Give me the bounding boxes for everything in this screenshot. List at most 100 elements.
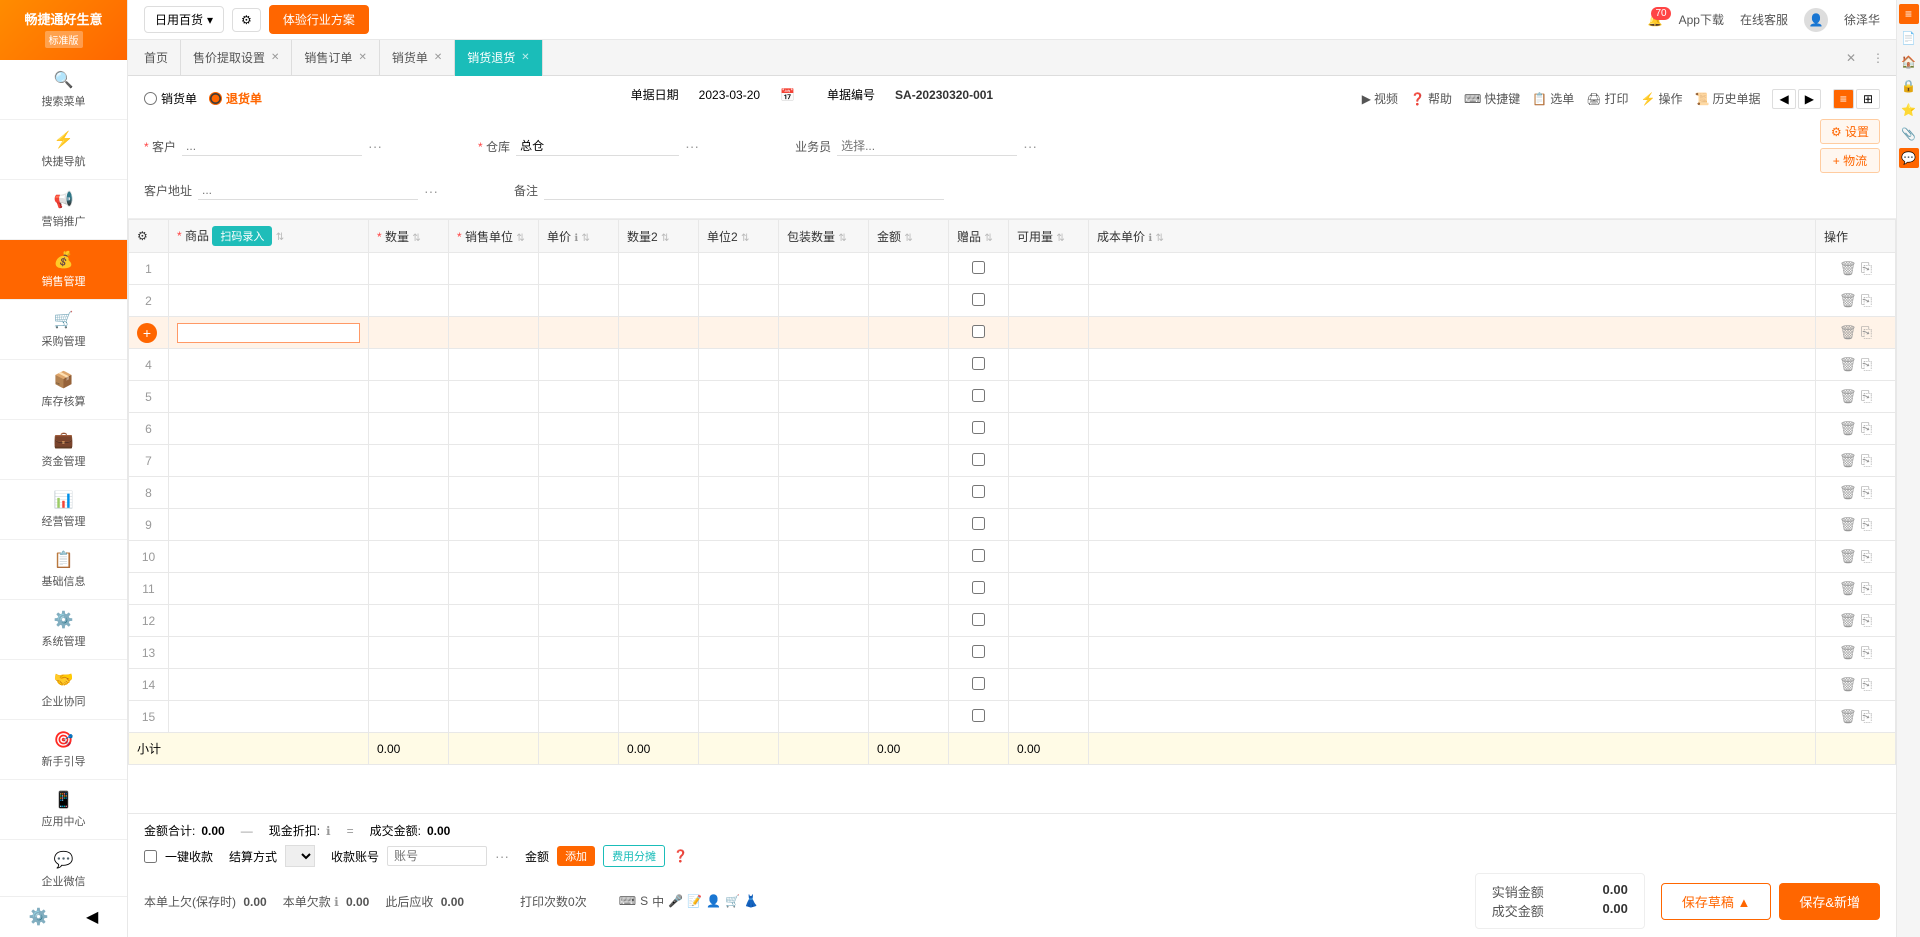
tool7-icon[interactable]: 👗 bbox=[744, 894, 759, 908]
sidebar-item-inventory[interactable]: 📦 库存核算 bbox=[0, 360, 127, 420]
available-cell[interactable] bbox=[1009, 605, 1089, 637]
available-cell[interactable] bbox=[1009, 381, 1089, 413]
row-copy-btn[interactable]: ⎘ bbox=[1861, 644, 1872, 661]
quantity2-cell[interactable] bbox=[619, 445, 699, 477]
quantity2-cell[interactable] bbox=[619, 349, 699, 381]
gift-checkbox[interactable] bbox=[972, 261, 985, 274]
row-copy-btn[interactable]: ⎘ bbox=[1861, 612, 1872, 629]
salesperson-input[interactable] bbox=[837, 137, 1017, 156]
pack-qty-cell[interactable] bbox=[779, 701, 869, 733]
cost-price-info[interactable]: ℹ bbox=[1148, 233, 1152, 244]
sales-unit-cell[interactable] bbox=[449, 605, 539, 637]
gift-cell[interactable] bbox=[949, 605, 1009, 637]
tab-sales-order[interactable]: 销售订单 ✕ bbox=[292, 40, 379, 76]
amount-cell[interactable] bbox=[869, 605, 949, 637]
tab-menu-icon[interactable]: ⋮ bbox=[1864, 51, 1892, 65]
pack-qty-cell[interactable] bbox=[779, 509, 869, 541]
help-btn[interactable]: ❓ 帮助 bbox=[1410, 90, 1452, 107]
unit2-cell[interactable] bbox=[699, 253, 779, 285]
amount-cell[interactable] bbox=[869, 381, 949, 413]
customer-address-input[interactable] bbox=[198, 181, 418, 200]
radio-sales-delivery[interactable]: 销货单 bbox=[144, 90, 197, 107]
quantity2-cell[interactable] bbox=[619, 413, 699, 445]
sales-unit-cell[interactable] bbox=[449, 573, 539, 605]
gift-cell[interactable] bbox=[949, 701, 1009, 733]
row-copy-btn[interactable]: ⎘ bbox=[1861, 420, 1872, 437]
pack-qty-cell[interactable] bbox=[779, 381, 869, 413]
sidebar-item-sales[interactable]: 💰 销售管理 bbox=[0, 240, 127, 300]
quantity-cell[interactable] bbox=[369, 445, 449, 477]
cost-price-cell[interactable] bbox=[1089, 669, 1816, 701]
list-view-btn[interactable]: ≡ bbox=[1833, 89, 1854, 109]
customer-address-select-btn[interactable]: ··· bbox=[424, 183, 438, 199]
unit-price-cell[interactable] bbox=[539, 381, 619, 413]
unit2-cell[interactable] bbox=[699, 413, 779, 445]
salesperson-select-btn[interactable]: ··· bbox=[1023, 138, 1037, 154]
tool6-icon[interactable]: 🛒 bbox=[725, 894, 740, 908]
breadcrumb-dropdown[interactable]: 日用百货 ▾ bbox=[144, 6, 224, 33]
tool5-icon[interactable]: 👤 bbox=[706, 894, 721, 908]
app-download-link[interactable]: App下载 bbox=[1679, 11, 1724, 28]
warehouse-input[interactable] bbox=[516, 137, 679, 156]
unit-price-cell[interactable] bbox=[539, 445, 619, 477]
tab-price-setting[interactable]: 售价提取设置 ✕ bbox=[181, 40, 292, 76]
gift-cell[interactable] bbox=[949, 445, 1009, 477]
available-cell[interactable] bbox=[1009, 413, 1089, 445]
quantity-cell[interactable] bbox=[369, 605, 449, 637]
product-cell[interactable] bbox=[169, 381, 369, 413]
available-cell[interactable] bbox=[1009, 445, 1089, 477]
quantity2-cell[interactable] bbox=[619, 285, 699, 317]
product-cell[interactable] bbox=[169, 637, 369, 669]
gift-checkbox[interactable] bbox=[972, 517, 985, 530]
select-btn[interactable]: 📋 选单 bbox=[1532, 90, 1574, 107]
notification-icon[interactable]: 🔔 70 bbox=[1648, 13, 1663, 27]
pack-qty-cell[interactable] bbox=[779, 477, 869, 509]
sales-unit-cell[interactable] bbox=[449, 701, 539, 733]
settings-form-btn[interactable]: ⚙ 设置 bbox=[1820, 119, 1880, 144]
online-service-link[interactable]: 在线客服 bbox=[1740, 11, 1788, 28]
right-sidebar-icon-3[interactable]: 🏠 bbox=[1899, 52, 1919, 72]
gift-cell[interactable] bbox=[949, 317, 1009, 349]
row-delete-btn[interactable]: 🗑 bbox=[1839, 356, 1857, 373]
row-copy-btn[interactable]: ⎘ bbox=[1861, 452, 1872, 469]
available-cell[interactable] bbox=[1009, 349, 1089, 381]
amount-cell[interactable] bbox=[869, 445, 949, 477]
logistics-btn[interactable]: + 物流 bbox=[1820, 148, 1880, 173]
unit-price-cell[interactable] bbox=[539, 669, 619, 701]
right-sidebar-icon-2[interactable]: 📄 bbox=[1899, 28, 1919, 48]
gift-cell[interactable] bbox=[949, 509, 1009, 541]
row-delete-btn[interactable]: 🗑 bbox=[1839, 324, 1857, 341]
sidebar-item-basic-info[interactable]: 📋 基础信息 bbox=[0, 540, 127, 600]
fee-help-icon[interactable]: ❓ bbox=[673, 849, 688, 863]
product-cell[interactable] bbox=[169, 669, 369, 701]
gift-checkbox[interactable] bbox=[972, 549, 985, 562]
operate-btn[interactable]: ⚡ 操作 bbox=[1641, 90, 1683, 107]
radio-sales-return-input[interactable] bbox=[209, 92, 222, 105]
row-copy-btn[interactable]: ⎘ bbox=[1861, 676, 1872, 693]
save-new-btn[interactable]: 保存&新增 bbox=[1779, 883, 1880, 920]
amount-cell[interactable] bbox=[869, 349, 949, 381]
product-cell[interactable] bbox=[169, 445, 369, 477]
sidebar-item-app-center[interactable]: 📱 应用中心 bbox=[0, 780, 127, 840]
discount-info-icon[interactable]: ℹ bbox=[326, 824, 331, 838]
debt-info-icon[interactable]: ℹ bbox=[334, 895, 339, 909]
quantity2-cell[interactable] bbox=[619, 541, 699, 573]
quantity-sort-icon[interactable]: ⇅ bbox=[412, 233, 420, 244]
username[interactable]: 徐泽华 bbox=[1844, 11, 1880, 28]
tool4-icon[interactable]: 📝 bbox=[687, 894, 702, 908]
row-delete-btn[interactable]: 🗑 bbox=[1839, 452, 1857, 469]
product-sort-icon[interactable]: ⇅ bbox=[276, 232, 284, 243]
gift-cell[interactable] bbox=[949, 637, 1009, 669]
tab-close-all-icon[interactable]: ✕ bbox=[1838, 51, 1864, 65]
settings-footer-icon[interactable]: ⚙️ bbox=[29, 907, 49, 927]
quantity-cell[interactable] bbox=[369, 509, 449, 541]
amount-cell[interactable] bbox=[869, 317, 949, 349]
product-cell[interactable] bbox=[169, 509, 369, 541]
cost-price-cell[interactable] bbox=[1089, 285, 1816, 317]
cost-price-cell[interactable] bbox=[1089, 253, 1816, 285]
gift-cell[interactable] bbox=[949, 573, 1009, 605]
sidebar-item-search-menu[interactable]: 🔍 搜索菜单 bbox=[0, 60, 127, 120]
settings-button[interactable]: ⚙ bbox=[232, 8, 261, 32]
save-draft-btn[interactable]: 保存草稿 ▲ bbox=[1661, 883, 1772, 920]
scan-btn[interactable]: 扫码录入 bbox=[212, 226, 272, 246]
